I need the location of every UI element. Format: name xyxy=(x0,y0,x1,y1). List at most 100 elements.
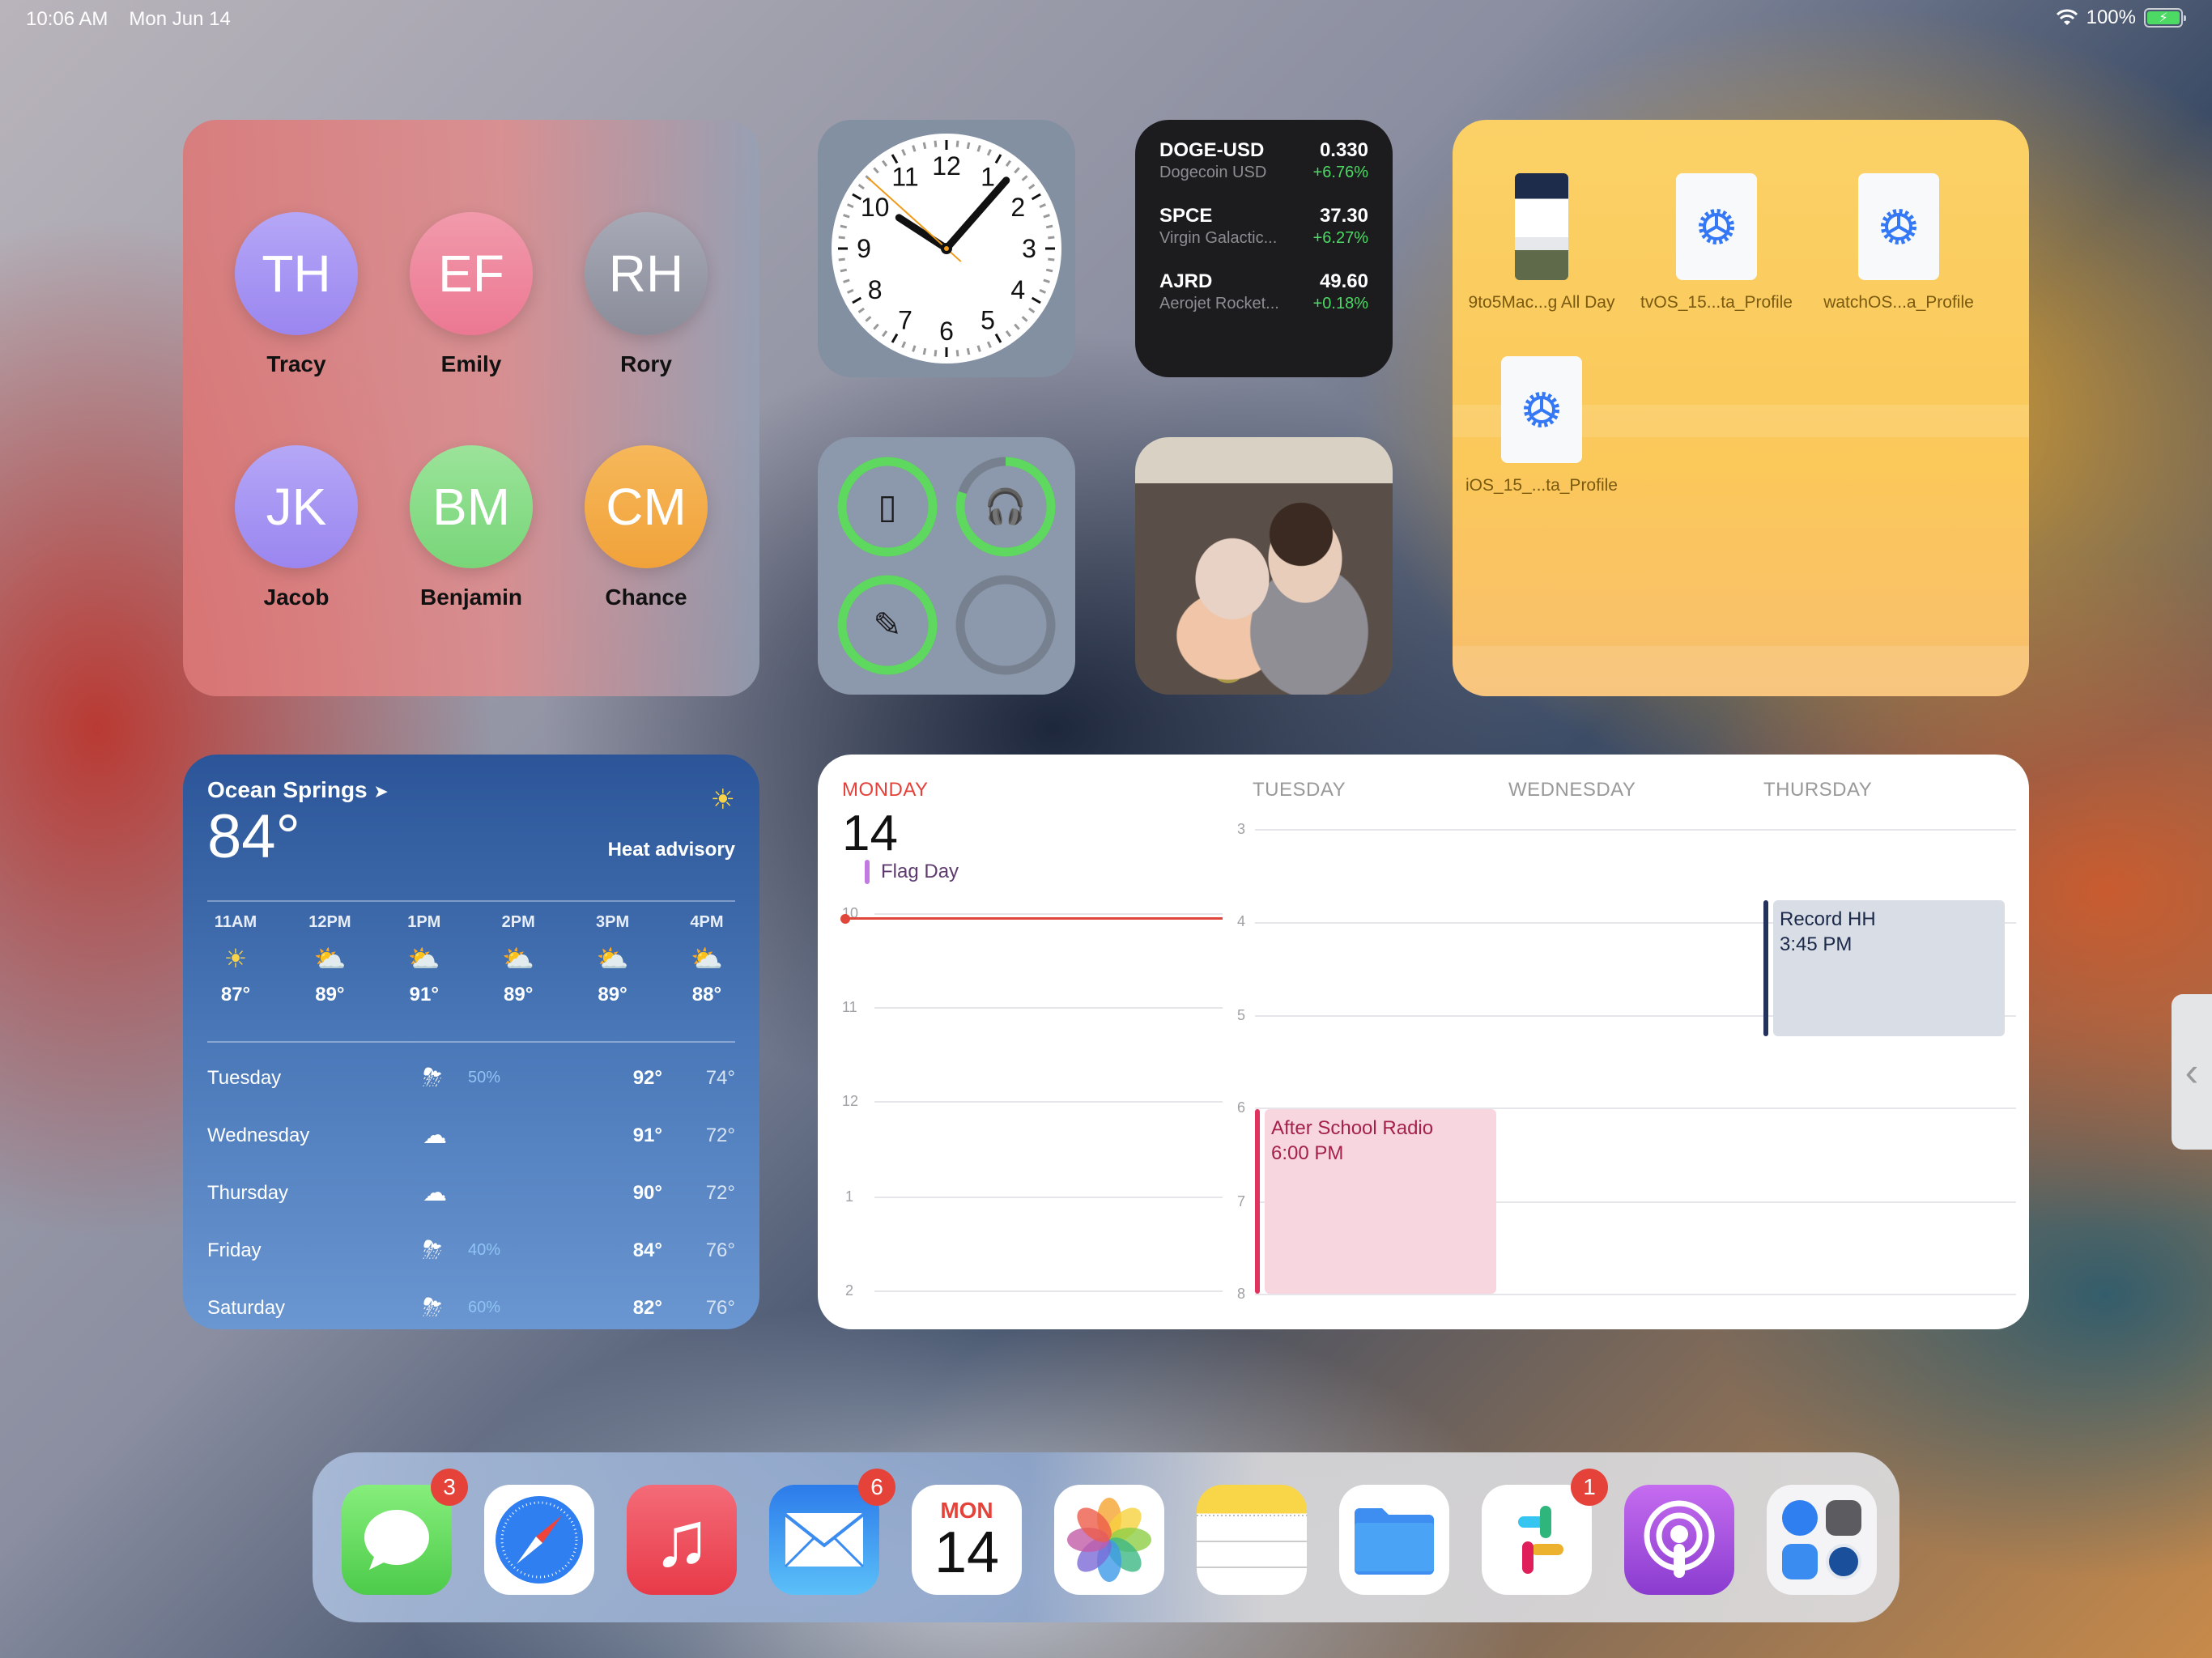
contact-item[interactable]: BM Benjamin xyxy=(390,445,552,610)
calendar-widget[interactable]: MONDAY 14 Flag Day TUESDAY WEDNESDAY THU… xyxy=(818,755,2029,1329)
mail-mini-icon xyxy=(1782,1544,1818,1579)
dock-app-notes[interactable] xyxy=(1197,1485,1307,1595)
clock-numeral: 1 xyxy=(981,163,995,192)
day-header: WEDNESDAY xyxy=(1508,779,1636,801)
thunderstorm-night-icon: ⛈ xyxy=(423,1236,442,1264)
contact-name: Rory xyxy=(620,351,672,376)
dock-app-library[interactable] xyxy=(1767,1485,1877,1595)
stock-row[interactable]: SPCE Virgin Galactic... 37.30 +6.27% xyxy=(1159,205,1368,248)
clock-numeral: 8 xyxy=(868,275,883,304)
photo-widget[interactable] xyxy=(1135,437,1393,695)
clock-tick xyxy=(966,347,971,355)
slide-over-handle[interactable]: ‹ xyxy=(2172,994,2212,1150)
stock-row[interactable]: DOGE-USD Dogecoin USD 0.330 +6.76% xyxy=(1159,139,1368,182)
dock-app-podcasts[interactable] xyxy=(1624,1485,1734,1595)
stock-price: 37.30 xyxy=(1319,205,1368,227)
clock-tick xyxy=(934,350,938,357)
contact-item[interactable]: CM Chance xyxy=(565,445,727,610)
file-item[interactable]: iOS_15_...ta_Profile xyxy=(1454,356,1629,495)
avatar: RH xyxy=(585,212,708,335)
contact-item[interactable]: EF Emily xyxy=(390,212,552,377)
clock-tick xyxy=(922,142,927,150)
clock-tick xyxy=(1048,236,1055,240)
day-header: TUESDAY xyxy=(1253,779,1346,801)
dock-app-safari[interactable] xyxy=(484,1485,594,1595)
clock-tick xyxy=(922,347,927,355)
dock-app-mail[interactable]: 6 xyxy=(769,1469,895,1595)
wifi-icon xyxy=(2056,9,2078,25)
divider xyxy=(207,1041,735,1043)
message-bubble-icon xyxy=(364,1510,429,1570)
calendar-day: 14 xyxy=(934,1520,1000,1585)
contact-name: Benjamin xyxy=(419,585,523,610)
clock-tick xyxy=(1045,268,1053,273)
event-time: 3:45 PM xyxy=(1780,933,1853,956)
stock-name: Dogecoin USD xyxy=(1159,164,1267,181)
avatar: TH xyxy=(235,212,358,335)
today-weekday: MONDAY xyxy=(842,779,929,801)
stock-symbol: SPCE xyxy=(1159,205,1213,227)
battery-percent: 100% xyxy=(2086,6,2136,28)
stock-row[interactable]: AJRD Aerojet Rocket... 49.60 +0.18% xyxy=(1159,270,1368,313)
day-header: THURSDAY xyxy=(1763,779,1873,801)
weather-condition: Heat advisory xyxy=(607,839,735,861)
settings-gear-icon xyxy=(1858,173,1939,280)
contact-name: Tracy xyxy=(266,351,326,376)
files-widget[interactable]: 9to5Mac...g All Day tvOS_15...ta_Profile… xyxy=(1453,120,2029,696)
status-time: 10:06 AM xyxy=(26,8,108,30)
today-date: 14 xyxy=(842,806,898,861)
daily-item: Saturday ⛈ 60% 82° 76° xyxy=(207,1294,735,1321)
analog-clock: 12 12 3 45678 9 1011 xyxy=(832,134,1061,363)
shelf-divider xyxy=(1453,646,2029,696)
current-time-line xyxy=(845,917,1223,920)
settings-gear-icon xyxy=(1676,173,1757,280)
weather-location: Ocean Springs ➤ xyxy=(207,777,389,802)
safari-mini-icon xyxy=(1782,1500,1818,1536)
file-item[interactable]: 9to5Mac...g All Day xyxy=(1454,173,1629,312)
headphones-icon: 🎧 xyxy=(985,487,1027,526)
file-item[interactable]: watchOS...a_Profile xyxy=(1811,173,1986,312)
clock-tick xyxy=(1048,257,1055,261)
clock-tick xyxy=(955,350,959,357)
calendar-event[interactable]: After School Radio 6:00 PM xyxy=(1255,1109,1496,1294)
file-name: tvOS_15...ta_Profile xyxy=(1640,293,1793,312)
avatar: BM xyxy=(410,445,533,568)
stock-name: Virgin Galactic... xyxy=(1159,229,1278,247)
folder-icon xyxy=(1355,1508,1434,1575)
photos-flower-icon xyxy=(1067,1498,1151,1582)
status-date: Mon Jun 14 xyxy=(129,8,231,30)
settings-gear-icon xyxy=(1501,356,1582,463)
daily-item: Friday ⛈ 40% 84° 76° xyxy=(207,1236,735,1264)
clock-numeral: 12 xyxy=(932,151,961,181)
pencil-icon: ✎ xyxy=(873,606,901,644)
dock-app-slack[interactable]: 1 xyxy=(1482,1469,1608,1595)
clock-tick xyxy=(840,224,848,229)
partly-cloudy-icon: ⛅ xyxy=(691,944,723,973)
batteries-widget[interactable]: ▯ 🎧 ✎ xyxy=(818,437,1075,695)
contacts-widget[interactable]: TH Tracy EF Emily RH Rory JK Jacob BM Be… xyxy=(183,120,759,696)
clock-numeral: 10 xyxy=(861,193,890,222)
dock-app-calendar[interactable]: MON 14 xyxy=(912,1485,1022,1595)
contact-item[interactable]: JK Jacob xyxy=(215,445,377,610)
clock-numeral: 5 xyxy=(981,305,995,334)
stock-change: +6.27% xyxy=(1312,229,1368,247)
dock-app-messages[interactable]: 3 xyxy=(342,1469,468,1595)
contact-name: Jacob xyxy=(263,585,330,610)
clock-numeral: 7 xyxy=(898,305,912,334)
hourly-item: 11AM ☀ 87° xyxy=(207,913,264,1006)
clock-widget[interactable]: 12 1 2 3 4 5 6 7 8 9 10 11 xyxy=(818,120,1075,377)
clock-numeral: 4 xyxy=(1010,275,1025,304)
dock-app-photos[interactable] xyxy=(1054,1485,1164,1595)
dock-app-files[interactable] xyxy=(1339,1485,1449,1595)
contact-item[interactable]: RH Rory xyxy=(565,212,727,377)
calendar-event[interactable]: Record HH 3:45 PM xyxy=(1763,900,2005,1036)
all-day-event[interactable]: Flag Day xyxy=(865,860,959,884)
file-item[interactable]: tvOS_15...ta_Profile xyxy=(1629,173,1804,312)
stocks-widget[interactable]: DOGE-USD Dogecoin USD 0.330 +6.76% SPCE Vir… xyxy=(1135,120,1393,377)
contact-item[interactable]: TH Tracy xyxy=(215,212,377,377)
settings-mini-icon xyxy=(1826,1500,1861,1536)
password-mini-icon xyxy=(1826,1544,1861,1579)
dock-app-music[interactable]: ♫ xyxy=(627,1485,737,1595)
weather-widget[interactable]: Ocean Springs ➤ 84° ☀ Heat advisory 11AM… xyxy=(183,755,759,1329)
clock-tick xyxy=(934,140,938,147)
